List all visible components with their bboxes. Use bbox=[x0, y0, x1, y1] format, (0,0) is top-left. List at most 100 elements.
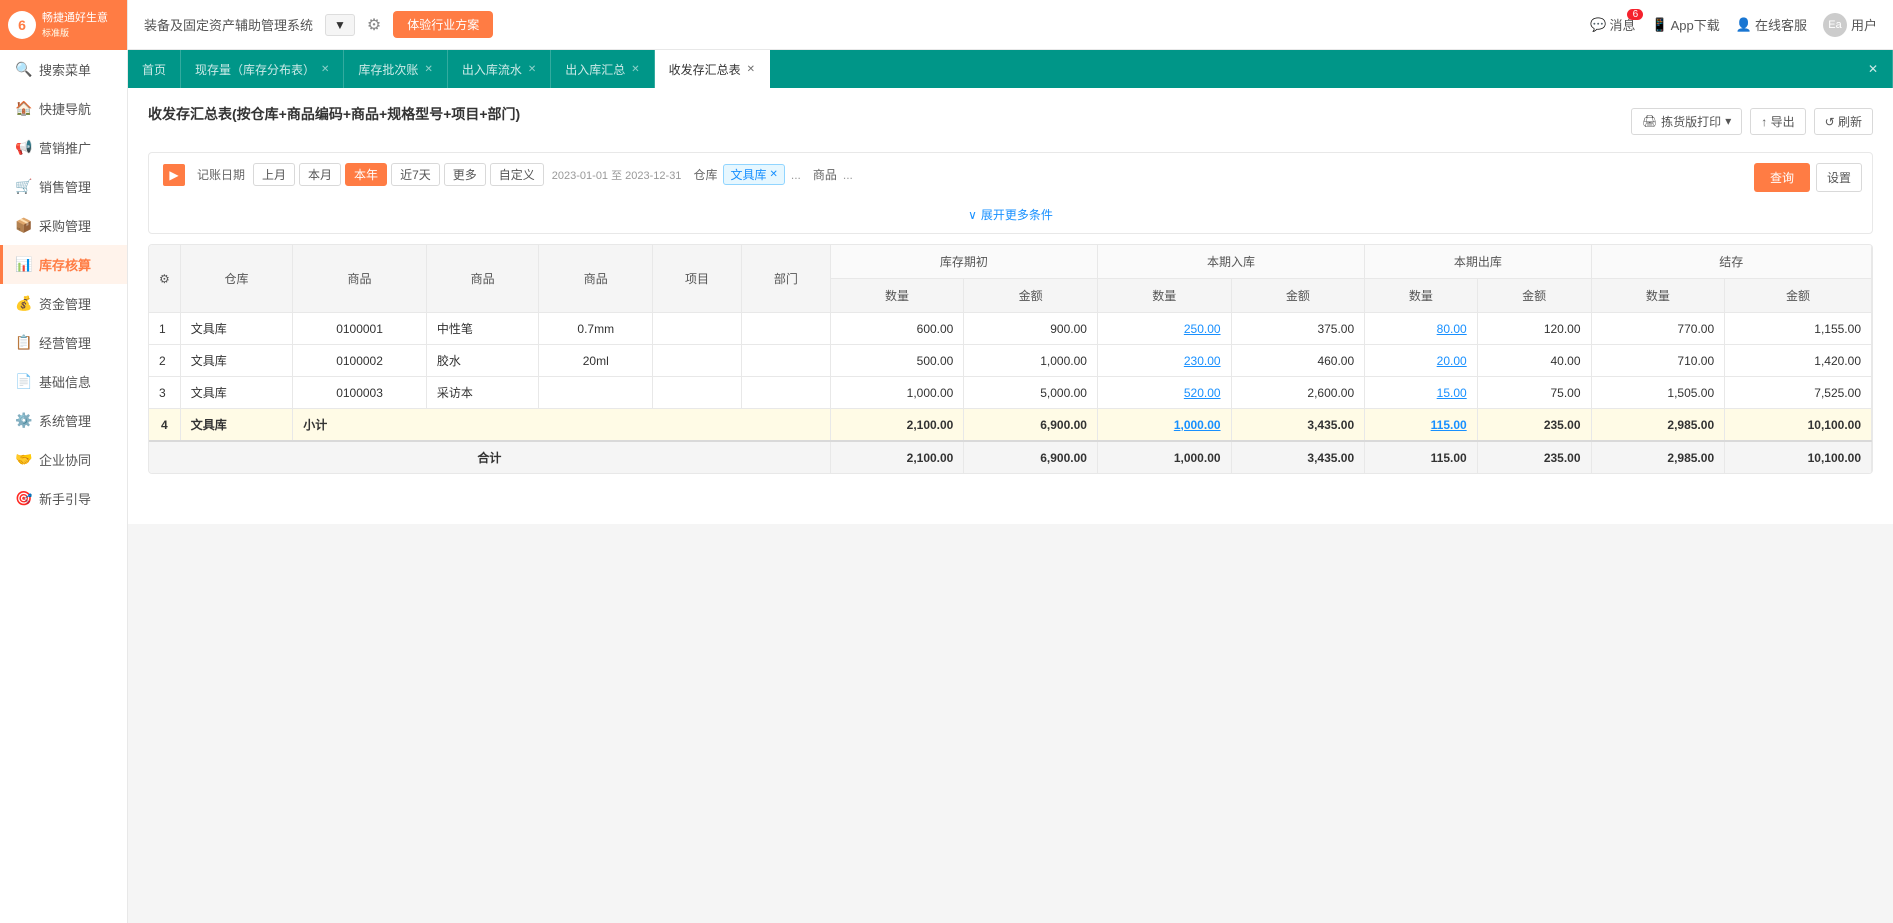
col-balance-qty: 数量 bbox=[1591, 279, 1725, 313]
filter-collapse-button[interactable]: ▶ bbox=[163, 164, 185, 186]
tab-5[interactable]: 收发存汇总表 ✕ bbox=[655, 50, 770, 88]
tab-label-3: 出入库流水 bbox=[462, 61, 522, 78]
date-buttons: 上月 本月 本年 近7天 更多 自定义 bbox=[253, 163, 544, 186]
col-in-amt: 金额 bbox=[1231, 279, 1365, 313]
purchase-icon: 📦 bbox=[15, 217, 31, 234]
sidebar-item-sales[interactable]: 🛒销售管理 bbox=[0, 167, 127, 206]
total-opening-qty: 2,100.00 bbox=[830, 441, 964, 473]
tab-label-5: 收发存汇总表 bbox=[669, 61, 741, 78]
tab-4[interactable]: 出入库汇总✕ bbox=[551, 50, 654, 88]
col-department: 部门 bbox=[741, 245, 830, 313]
sidebar-item-label: 资金管理 bbox=[39, 294, 91, 313]
sidebar-item-label: 采购管理 bbox=[39, 216, 91, 235]
col-group-out: 本期出库 bbox=[1365, 245, 1591, 279]
warehouse-more[interactable]: ... bbox=[791, 168, 801, 182]
tab-3[interactable]: 出入库流水 ✕ bbox=[448, 50, 551, 88]
total-row: 合计 2,100.00 6,900.00 1,000.00 3,435.00 1… bbox=[149, 441, 1872, 473]
date-btn-custom[interactable]: 自定义 bbox=[490, 163, 544, 186]
app-download-button[interactable]: 📱 App下载 bbox=[1651, 15, 1719, 34]
avatar: Ea bbox=[1823, 13, 1847, 37]
sidebar-logo: 6 畅捷通好生意 标准版 bbox=[0, 0, 127, 50]
tab-close-4[interactable]: ✕ bbox=[631, 64, 639, 75]
total-out-amt: 235.00 bbox=[1477, 441, 1591, 473]
tab-close-2[interactable]: ✕ bbox=[424, 64, 432, 75]
sidebar-item-finance[interactable]: 💰资金管理 bbox=[0, 284, 127, 323]
expand-more-button[interactable]: ∨ 展开更多条件 bbox=[163, 206, 1858, 223]
table-row: 3 文具库 0100003 采访本 1,000.00 5,000.00 520.… bbox=[149, 377, 1872, 409]
sidebar-item-label: 新手引导 bbox=[39, 489, 91, 508]
export-button[interactable]: ↑ 导出 bbox=[1750, 108, 1805, 135]
sidebar-item-label: 系统管理 bbox=[39, 411, 91, 430]
tab-0[interactable]: 首页 bbox=[128, 50, 181, 88]
messages-button[interactable]: 💬 消息 6 bbox=[1590, 15, 1635, 34]
sidebar-item-quick-nav[interactable]: 🏠快捷导航 bbox=[0, 89, 127, 128]
tab-close-5[interactable]: ✕ bbox=[747, 64, 755, 75]
operations-icon: 📋 bbox=[15, 334, 31, 351]
sidebar-item-system[interactable]: ⚙️ 系统管理 bbox=[0, 401, 127, 440]
system-dropdown[interactable]: ▼ bbox=[325, 14, 355, 36]
tab-1[interactable]: 现存量（库存分布表） ✕ bbox=[181, 50, 344, 88]
system-icon: ⚙️ bbox=[15, 412, 31, 429]
refresh-icon: ↺ bbox=[1825, 115, 1835, 129]
data-table: ⚙ 仓库 商品 商品 商品 项目 部门 库存期初 本期入库 本期出库 结存 数量 bbox=[148, 244, 1873, 474]
filter-settings-button[interactable]: 设置 bbox=[1816, 163, 1862, 192]
date-btn-this-month[interactable]: 本月 bbox=[299, 163, 341, 186]
date-btn-last-month[interactable]: 上月 bbox=[253, 163, 295, 186]
total-in-qty: 1,000.00 bbox=[1097, 441, 1231, 473]
tab-panel-close[interactable]: ✕ bbox=[1854, 50, 1893, 88]
print-button[interactable]: 🖨 拣货版打印 ▾ bbox=[1631, 108, 1742, 135]
export-icon: ↑ bbox=[1761, 115, 1767, 129]
tabs-bar: 首页现存量（库存分布表）✕库存批次账✕出入库流水✕出入库汇总✕收发存汇总表✕✕ bbox=[128, 50, 1893, 88]
marketing-promo-icon: 📢 bbox=[15, 139, 31, 156]
logo-subtitle: 标准版 bbox=[42, 26, 108, 39]
sidebar-item-corp-collab[interactable]: 🤝企业协同 bbox=[0, 440, 127, 479]
print-icon: 🖨 bbox=[1642, 114, 1657, 128]
chevron-down-icon: ∨ bbox=[968, 208, 977, 222]
sidebar-item-beginner[interactable]: 🎯新手引导 bbox=[0, 479, 127, 518]
settings-icon[interactable]: ⚙ bbox=[367, 15, 381, 35]
col-out-qty: 数量 bbox=[1365, 279, 1478, 313]
sidebar-item-label: 库存核算 bbox=[39, 255, 91, 274]
trial-button[interactable]: 体验行业方案 bbox=[393, 11, 493, 38]
page-title: 收发存汇总表(按仓库+商品编码+商品+规格型号+项目+部门) bbox=[148, 104, 520, 124]
col-code: 商品 bbox=[293, 245, 427, 313]
sidebar-item-inventory[interactable]: 📊库存核算 bbox=[0, 245, 127, 284]
date-label: 记账日期 bbox=[197, 166, 245, 183]
user-menu[interactable]: Ea 用户 bbox=[1823, 13, 1877, 37]
total-balance-amt: 10,100.00 bbox=[1725, 441, 1872, 473]
logo-icon: 6 bbox=[8, 11, 36, 39]
sidebar-item-operations[interactable]: 📋经营管理 bbox=[0, 323, 127, 362]
tab-label-0: 首页 bbox=[142, 61, 166, 78]
tab-2[interactable]: 库存批次账✕ bbox=[344, 50, 447, 88]
table-row: 2 文具库 0100002 胶水 20ml 500.00 1,000.00 23… bbox=[149, 345, 1872, 377]
search-icon: 🔍 bbox=[15, 61, 31, 78]
warehouse-tag[interactable]: 文具库 ✕ bbox=[723, 164, 784, 185]
tab-close-3[interactable]: ✕ bbox=[528, 64, 536, 75]
total-balance-qty: 2,985.00 bbox=[1591, 441, 1725, 473]
refresh-button[interactable]: ↺ 刷新 bbox=[1814, 108, 1873, 135]
sidebar-item-search[interactable]: 🔍搜索菜单 bbox=[0, 50, 127, 89]
query-button[interactable]: 查询 bbox=[1754, 163, 1810, 192]
commodity-more[interactable]: ... bbox=[843, 168, 853, 182]
total-label: 合计 bbox=[149, 441, 830, 473]
col-out-amt: 金额 bbox=[1477, 279, 1591, 313]
commodity-label: 商品 bbox=[813, 166, 837, 183]
tab-close-1[interactable]: ✕ bbox=[321, 64, 329, 75]
sidebar-item-label: 基础信息 bbox=[39, 372, 91, 391]
sidebar-item-basic-info[interactable]: 📄基础信息 bbox=[0, 362, 127, 401]
date-btn-more[interactable]: 更多 bbox=[444, 163, 486, 186]
quick-nav-icon: 🏠 bbox=[15, 100, 31, 117]
date-btn-7days[interactable]: 近7天 bbox=[391, 163, 440, 186]
table-settings-icon[interactable]: ⚙ bbox=[149, 245, 180, 313]
warehouse-tag-close[interactable]: ✕ bbox=[769, 169, 777, 180]
table-row: 1 文具库 0100001 中性笔 0.7mm 600.00 900.00 25… bbox=[149, 313, 1872, 345]
online-service-button[interactable]: 👤 在线客服 bbox=[1736, 15, 1807, 34]
date-btn-this-year[interactable]: 本年 bbox=[345, 163, 387, 186]
col-in-qty: 数量 bbox=[1097, 279, 1231, 313]
sidebar-item-purchase[interactable]: 📦 采购管理 bbox=[0, 206, 127, 245]
col-spec: 商品 bbox=[539, 245, 653, 313]
col-name: 商品 bbox=[426, 245, 538, 313]
tab-label-1: 现存量（库存分布表） bbox=[195, 61, 315, 78]
col-project: 项目 bbox=[653, 245, 742, 313]
sidebar-item-marketing-promo[interactable]: 📢营销推广 bbox=[0, 128, 127, 167]
